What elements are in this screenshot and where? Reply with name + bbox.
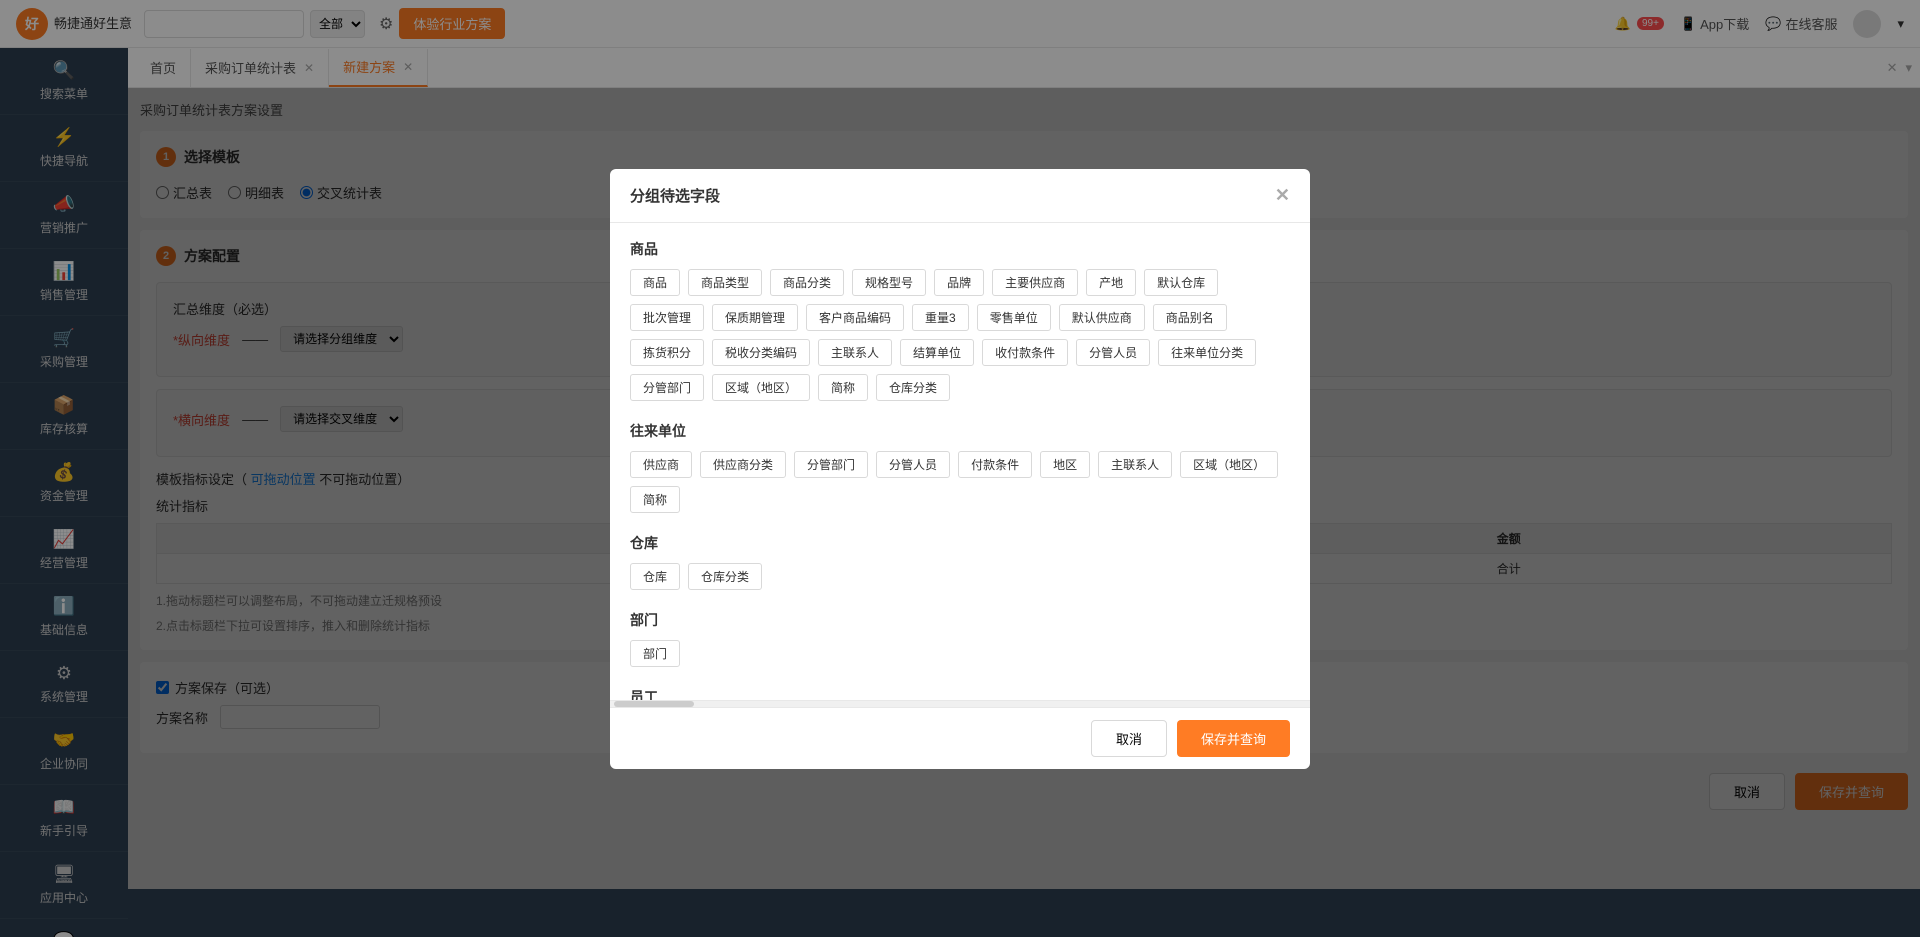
tag-batch-mgmt[interactable]: 批次管理 xyxy=(630,304,704,331)
tag-dept-c[interactable]: 分管部门 xyxy=(794,451,868,478)
tag-counterpart-category[interactable]: 往来单位分类 xyxy=(1158,339,1256,366)
modal-cancel-button[interactable]: 取消 xyxy=(1091,720,1167,757)
tag-tax-code[interactable]: 税收分类编码 xyxy=(712,339,810,366)
tag-product-category[interactable]: 商品分类 xyxy=(770,269,844,296)
section-warehouse: 仓库 仓库 仓库分类 xyxy=(630,533,1290,590)
tag-product[interactable]: 商品 xyxy=(630,269,680,296)
section-dept-title: 部门 xyxy=(630,610,1290,630)
section-counterpart-tags: 供应商 供应商分类 分管部门 分管人员 付款条件 地区 主联系人 区域（地区） … xyxy=(630,451,1290,513)
section-employee-title: 员工 xyxy=(630,687,1290,700)
tag-default-supplier[interactable]: 默认供应商 xyxy=(1059,304,1145,331)
tag-main-supplier[interactable]: 主要供应商 xyxy=(992,269,1078,296)
section-warehouse-tags: 仓库 仓库分类 xyxy=(630,563,1290,590)
tag-product-alias[interactable]: 商品别名 xyxy=(1153,304,1227,331)
tag-brand[interactable]: 品牌 xyxy=(934,269,984,296)
tag-pick-points[interactable]: 拣货积分 xyxy=(630,339,704,366)
section-dept-tags: 部门 xyxy=(630,640,1290,667)
tag-product-type[interactable]: 商品类型 xyxy=(688,269,762,296)
tag-main-contact-c[interactable]: 主联系人 xyxy=(1098,451,1172,478)
modal-header: 分组待选字段 ✕ xyxy=(610,169,1310,223)
tag-default-warehouse[interactable]: 默认仓库 xyxy=(1144,269,1218,296)
section-product-tags: 商品 商品类型 商品分类 规格型号 品牌 主要供应商 产地 默认仓库 批次管理 … xyxy=(630,269,1290,401)
section-counterpart-title: 往来单位 xyxy=(630,421,1290,441)
tag-area[interactable]: 地区 xyxy=(1040,451,1090,478)
tag-settlement-unit[interactable]: 结算单位 xyxy=(900,339,974,366)
tag-customer-product-code[interactable]: 客户商品编码 xyxy=(806,304,904,331)
tag-main-contact[interactable]: 主联系人 xyxy=(818,339,892,366)
section-warehouse-title: 仓库 xyxy=(630,533,1290,553)
tag-spec-model[interactable]: 规格型号 xyxy=(852,269,926,296)
modal-title: 分组待选字段 xyxy=(630,185,720,206)
field-selection-modal: 分组待选字段 ✕ 商品 商品 商品类型 商品分类 规格型号 品牌 主要供应商 产… xyxy=(610,169,1310,769)
tag-dept-supervised[interactable]: 分管部门 xyxy=(630,374,704,401)
tag-payment-cond[interactable]: 付款条件 xyxy=(958,451,1032,478)
section-product: 商品 商品 商品类型 商品分类 规格型号 品牌 主要供应商 产地 默认仓库 批次… xyxy=(630,239,1290,401)
section-employee: 员工 业务员 xyxy=(630,687,1290,700)
tag-origin[interactable]: 产地 xyxy=(1086,269,1136,296)
tag-dept[interactable]: 部门 xyxy=(630,640,680,667)
tag-abbr[interactable]: 简称 xyxy=(818,374,868,401)
tag-region[interactable]: 区域（地区） xyxy=(712,374,810,401)
tag-supplier-category[interactable]: 供应商分类 xyxy=(700,451,786,478)
tag-warehouse[interactable]: 仓库 xyxy=(630,563,680,590)
tag-retail-unit[interactable]: 零售单位 xyxy=(977,304,1051,331)
tag-abbr-c[interactable]: 简称 xyxy=(630,486,680,513)
tag-expiry-mgmt[interactable]: 保质期管理 xyxy=(712,304,798,331)
section-product-title: 商品 xyxy=(630,239,1290,259)
tag-weight3[interactable]: 重量3 xyxy=(912,304,969,331)
section-counterpart: 往来单位 供应商 供应商分类 分管部门 分管人员 付款条件 地区 主联系人 区域… xyxy=(630,421,1290,513)
tag-personnel-c[interactable]: 分管人员 xyxy=(876,451,950,478)
tag-warehouse-cat[interactable]: 仓库分类 xyxy=(688,563,762,590)
modal-save-button[interactable]: 保存并查询 xyxy=(1177,720,1290,757)
modal-footer: 取消 保存并查询 xyxy=(610,707,1310,769)
tag-supervisor[interactable]: 分管人员 xyxy=(1076,339,1150,366)
modal-overlay: 分组待选字段 ✕ 商品 商品 商品类型 商品分类 规格型号 品牌 主要供应商 产… xyxy=(0,0,1920,937)
tag-supplier[interactable]: 供应商 xyxy=(630,451,692,478)
modal-close-button[interactable]: ✕ xyxy=(1275,185,1290,206)
section-dept: 部门 部门 xyxy=(630,610,1290,667)
tag-payment-terms[interactable]: 收付款条件 xyxy=(982,339,1068,366)
tag-region-c[interactable]: 区域（地区） xyxy=(1180,451,1278,478)
modal-horizontal-scrollbar[interactable] xyxy=(610,700,1310,707)
modal-body: 商品 商品 商品类型 商品分类 规格型号 品牌 主要供应商 产地 默认仓库 批次… xyxy=(610,223,1310,700)
tag-warehouse-category[interactable]: 仓库分类 xyxy=(876,374,950,401)
